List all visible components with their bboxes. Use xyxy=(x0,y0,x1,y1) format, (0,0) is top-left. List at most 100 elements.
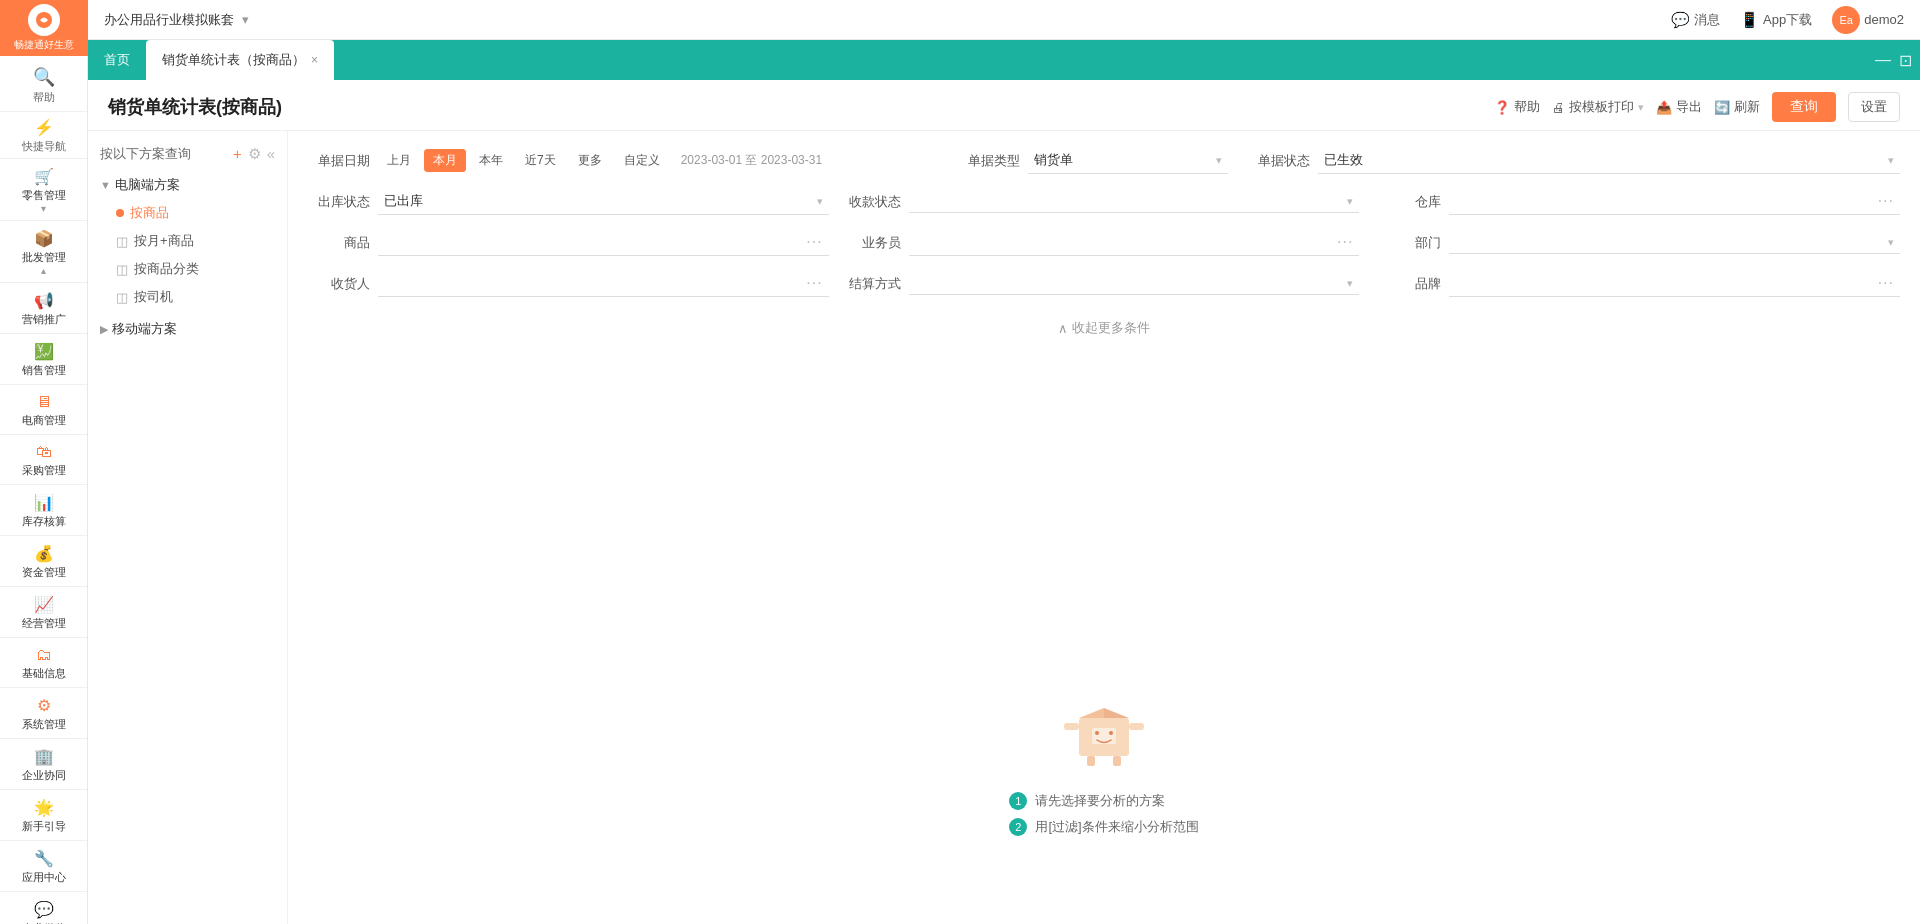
quick-nav-section[interactable]: ⚡ 快捷导航 xyxy=(0,112,87,159)
sidebar-item-enterprise[interactable]: 🏢 企业协同 xyxy=(0,739,87,790)
retail-icon: 🛒 xyxy=(34,167,54,186)
sidebar-item-apps[interactable]: 🔧 应用中心 xyxy=(0,841,87,892)
warehouse-dots[interactable]: ··· xyxy=(1878,192,1894,210)
date-this-year[interactable]: 本年 xyxy=(470,149,512,172)
tab-home-label: 首页 xyxy=(104,51,130,69)
date-this-month[interactable]: 本月 xyxy=(424,149,466,172)
type-select[interactable]: 销货单 ▾ xyxy=(1028,147,1228,174)
tab-close-icon[interactable]: × xyxy=(311,53,318,67)
sidebar-item-ecommerce[interactable]: 🖥 电商管理 xyxy=(0,385,87,435)
filter-row-2: 出库状态 已出库 ▾ 收款状态 ▾ 仓库 ··· xyxy=(308,188,1900,215)
svg-point-5 xyxy=(1095,731,1099,735)
brand-input[interactable]: ··· xyxy=(1449,270,1900,297)
sidebar-item-marketing[interactable]: 📢 营销推广 xyxy=(0,283,87,334)
brand-dots[interactable]: ··· xyxy=(1878,274,1894,292)
sidebar-item-sales[interactable]: 💹 销售管理 xyxy=(0,334,87,385)
query-btn[interactable]: 查询 xyxy=(1772,92,1836,122)
refresh-btn[interactable]: 🔄 刷新 xyxy=(1714,98,1760,116)
tree-item-by-goods[interactable]: 按商品 xyxy=(88,199,287,227)
operation-icon: 📈 xyxy=(34,595,54,614)
pay-select[interactable]: ▾ xyxy=(909,191,1360,213)
message-label: 消息 xyxy=(1694,11,1720,29)
svg-rect-8 xyxy=(1113,756,1121,766)
template-print-btn[interactable]: 🖨 按模板打印 ▾ xyxy=(1552,98,1644,116)
tree-item-by-goods-label: 按商品 xyxy=(130,204,169,222)
sidebar-search[interactable]: 🔍 帮助 xyxy=(0,56,87,112)
receiver-dots[interactable]: ··· xyxy=(806,274,822,292)
tree-item-by-driver[interactable]: ◫ 按司机 xyxy=(88,283,287,311)
status-value: 已生效 xyxy=(1324,151,1363,169)
tree-item-by-month-goods[interactable]: ◫ 按月+商品 xyxy=(88,227,287,255)
tab-minimize-btn[interactable]: — xyxy=(1875,51,1891,69)
help-btn[interactable]: ❓ 帮助 xyxy=(1494,98,1540,116)
date-more[interactable]: 更多 xyxy=(569,149,611,172)
sidebar-item-system[interactable]: ⚙ 系统管理 xyxy=(0,688,87,739)
wholesale-icon: 📦 xyxy=(34,229,54,248)
tree-item-category-label: 按商品分类 xyxy=(134,260,199,278)
app-download-btn[interactable]: 📱 App下载 xyxy=(1740,11,1812,29)
settings-btn[interactable]: 设置 xyxy=(1848,92,1900,122)
sidebar-item-wholesale[interactable]: 📦 批发管理 ▴ xyxy=(0,221,87,283)
payment-select[interactable]: ▾ xyxy=(909,273,1360,295)
goods-dots[interactable]: ··· xyxy=(806,233,822,251)
tab-bar: 首页 销货单统计表（按商品） × — ⊡ xyxy=(88,40,1920,80)
settings-scheme-icon[interactable]: ⚙ xyxy=(248,145,261,163)
svg-rect-10 xyxy=(1129,723,1144,730)
date-label: 单据日期 xyxy=(308,152,378,170)
dept-select-arrow: ▾ xyxy=(1888,236,1894,249)
help-icon: ❓ xyxy=(1494,100,1510,115)
staff-input[interactable]: ··· xyxy=(909,229,1360,256)
page-header: 销货单统计表(按商品) ❓ 帮助 🖨 按模板打印 ▾ 📤 导出 🔄 刷新 xyxy=(88,80,1920,131)
enterprise-icon: 🏢 xyxy=(34,747,54,766)
sidebar-item-operation[interactable]: 📈 经营管理 xyxy=(0,587,87,638)
sidebar-item-newbie[interactable]: 🌟 新手引导 xyxy=(0,790,87,841)
export-btn[interactable]: 📤 导出 xyxy=(1656,98,1702,116)
filter-row-1: 单据日期 上月 本月 本年 近7天 更多 自定义 2023-03-01 至 20… xyxy=(308,147,1900,174)
warehouse-input[interactable]: ··· xyxy=(1449,188,1900,215)
sidebar-item-wechat[interactable]: 💬 企业微信 xyxy=(0,892,87,924)
type-value: 销货单 xyxy=(1034,151,1073,169)
collapse-panel-icon[interactable]: « xyxy=(267,145,275,163)
tab-maximize-btn[interactable]: ⊡ xyxy=(1899,51,1912,70)
quick-nav-label: 快捷导航 xyxy=(22,139,66,154)
quick-nav-icon: ⚡ xyxy=(34,118,54,137)
sidebar-search-label: 帮助 xyxy=(33,90,55,105)
sidebar: 畅捷通好生意 🔍 帮助 ⚡ 快捷导航 🛒 零售管理 ▾ 📦 批发管理 ▴ 📢 营… xyxy=(0,0,88,924)
date-7days[interactable]: 近7天 xyxy=(516,149,565,172)
add-scheme-icon[interactable]: + xyxy=(233,145,242,163)
filter-panel-title: 按以下方案查询 xyxy=(100,145,191,163)
sidebar-item-purchase[interactable]: 🛍 采购管理 xyxy=(0,435,87,485)
dept-select[interactable]: ▾ xyxy=(1449,232,1900,254)
brand-label: 品牌 xyxy=(1359,275,1449,293)
out-label: 出库状态 xyxy=(308,193,378,211)
receiver-input[interactable]: ··· xyxy=(378,270,829,297)
tab-active[interactable]: 销货单统计表（按商品） × xyxy=(146,40,334,80)
out-value: 已出库 xyxy=(384,192,423,210)
page-title: 销货单统计表(按商品) xyxy=(108,95,282,119)
sidebar-item-retail[interactable]: 🛒 零售管理 ▾ xyxy=(0,159,87,221)
message-btn[interactable]: 💬 消息 xyxy=(1671,11,1720,29)
svg-point-6 xyxy=(1109,731,1113,735)
sidebar-item-inventory[interactable]: 📊 库存核算 xyxy=(0,485,87,536)
tab-home[interactable]: 首页 xyxy=(88,40,146,80)
date-custom[interactable]: 自定义 xyxy=(615,149,669,172)
wechat-icon: 💬 xyxy=(34,900,54,919)
collapse-bar[interactable]: ∧ 收起更多条件 xyxy=(308,311,1900,341)
refresh-label: 刷新 xyxy=(1734,98,1760,116)
user-profile[interactable]: Ea demo2 xyxy=(1832,6,1904,34)
goods-input[interactable]: ··· xyxy=(378,229,829,256)
svg-rect-4 xyxy=(1092,728,1116,744)
date-last-month[interactable]: 上月 xyxy=(378,149,420,172)
dept-label: 部门 xyxy=(1359,234,1449,252)
dropdown-arrow[interactable]: ▾ xyxy=(242,12,249,27)
sidebar-item-finance[interactable]: 💰 资金管理 xyxy=(0,536,87,587)
status-select[interactable]: 已生效 ▾ xyxy=(1318,147,1900,174)
tree-item-by-category[interactable]: ◫ 按商品分类 xyxy=(88,255,287,283)
pc-scheme-header[interactable]: ▼ 电脑端方案 xyxy=(88,171,287,199)
staff-dots[interactable]: ··· xyxy=(1337,233,1353,251)
mobile-scheme-header[interactable]: ▶ 移动端方案 xyxy=(88,315,287,343)
active-dot xyxy=(116,209,124,217)
pc-scheme-label: 电脑端方案 xyxy=(115,176,180,194)
out-select[interactable]: 已出库 ▾ xyxy=(378,188,829,215)
sidebar-item-basic[interactable]: 🗂 基础信息 xyxy=(0,638,87,688)
